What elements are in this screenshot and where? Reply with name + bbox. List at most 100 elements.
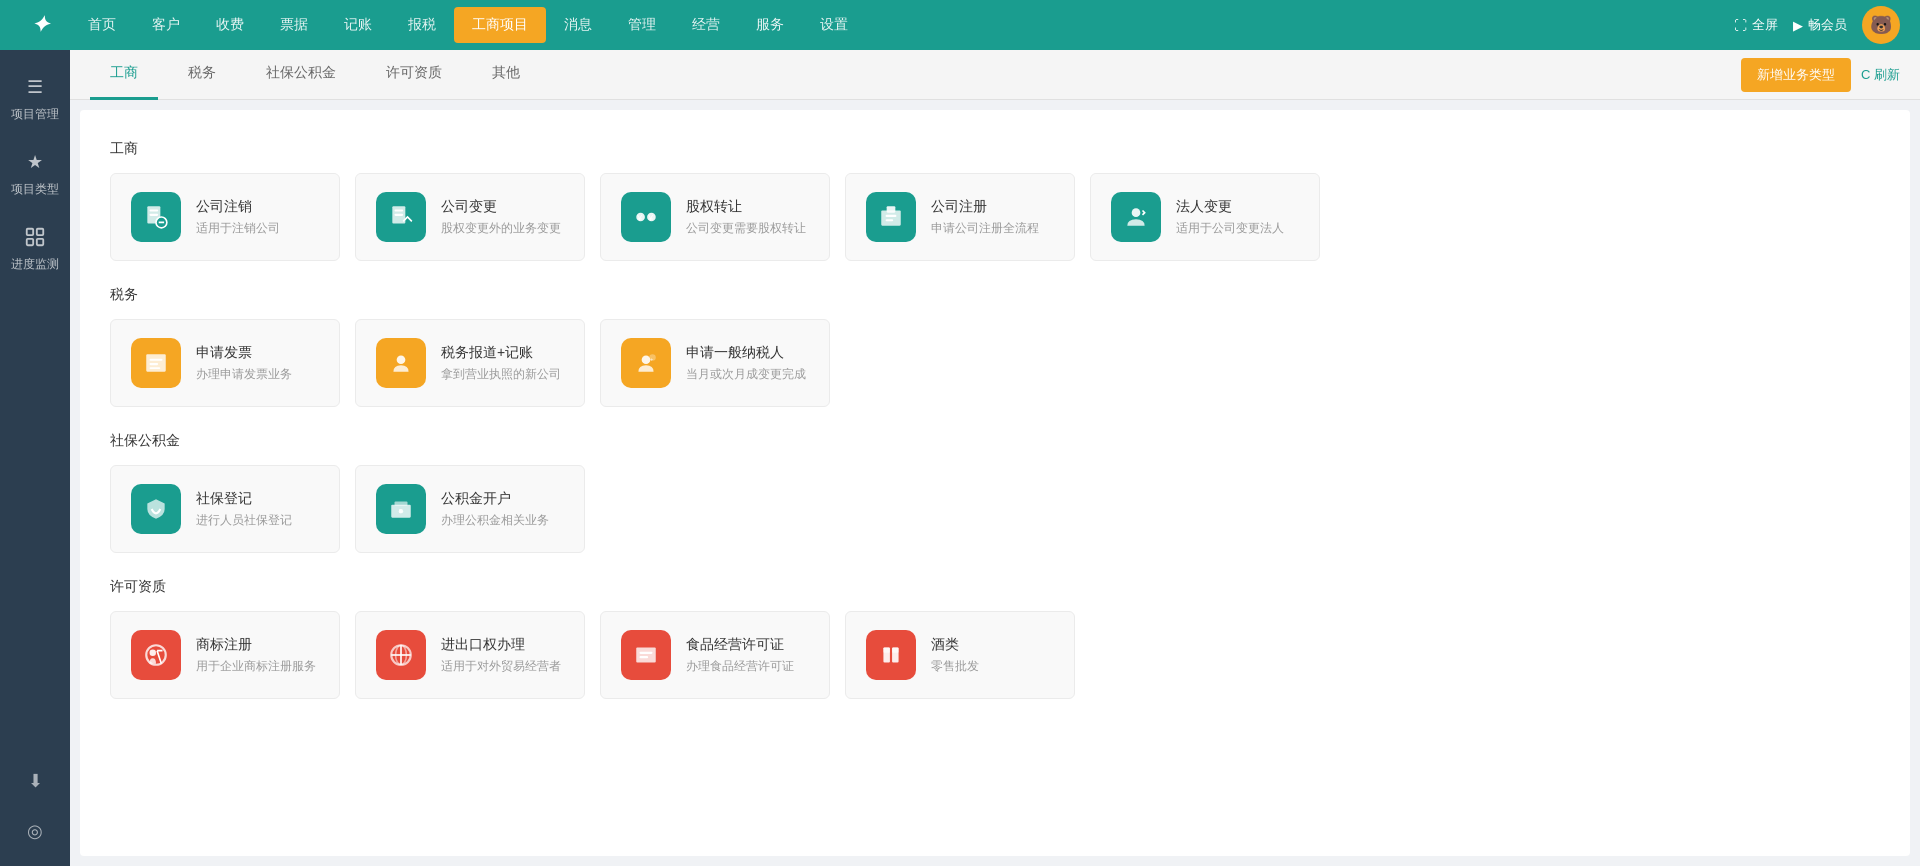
- liquor-text: 酒类 零售批发: [931, 636, 979, 675]
- svg-rect-0: [27, 229, 33, 235]
- nav-customer[interactable]: 客户: [134, 0, 198, 50]
- svg-rect-17: [887, 206, 896, 213]
- svg-rect-10: [395, 209, 404, 211]
- sidebar-label-progress: 进度监测: [11, 256, 59, 273]
- card-provident-fund[interactable]: $ 公积金开户 办理公积金相关业务: [355, 465, 585, 553]
- list-icon: ☰: [20, 72, 50, 102]
- nav-charge[interactable]: 收费: [198, 0, 262, 50]
- card-import-export[interactable]: 进出口权办理 适用于对外贸易经营者: [355, 611, 585, 699]
- social-insurance-icon: [131, 484, 181, 534]
- card-food-license[interactable]: 食品经营许可证 办理食品经营许可证: [600, 611, 830, 699]
- tab-license[interactable]: 许可资质: [366, 50, 462, 100]
- new-type-button[interactable]: 新增业务类型: [1741, 58, 1851, 92]
- food-license-text: 食品经营许可证 办理食品经营许可证: [686, 636, 794, 675]
- card-company-change[interactable]: 公司变更 股权变更外的业务变更: [355, 173, 585, 261]
- card-company-cancel[interactable]: 公司注销 适用于注销公司: [110, 173, 340, 261]
- card-company-register[interactable]: 公司注册 申请公司注册全流程: [845, 173, 1075, 261]
- refresh-button[interactable]: C 刷新: [1861, 66, 1900, 84]
- svg-rect-1: [37, 229, 43, 235]
- tax-report-title: 税务报道+记账: [441, 344, 561, 362]
- apply-invoice-desc: 办理申请发票业务: [196, 366, 292, 383]
- svg-rect-6: [150, 214, 159, 216]
- tab-business[interactable]: 工商: [90, 50, 158, 100]
- section-title-social: 社保公积金: [110, 432, 1880, 450]
- svg-point-20: [1132, 208, 1141, 217]
- liquor-desc: 零售批发: [931, 658, 979, 675]
- apply-invoice-text: 申请发票 办理申请发票业务: [196, 344, 292, 383]
- company-register-text: 公司注册 申请公司注册全流程: [931, 198, 1039, 237]
- apply-invoice-icon: [131, 338, 181, 388]
- provident-fund-icon: $: [376, 484, 426, 534]
- fullscreen-button[interactable]: ⛶ 全屏: [1734, 16, 1778, 34]
- app-logo: ✦: [10, 12, 70, 38]
- content-scroll[interactable]: 工商 公司注销 适用于注销公司: [80, 110, 1910, 856]
- svg-point-26: [642, 355, 651, 364]
- card-tax-report-accounting[interactable]: 税务报道+记账 拿到营业执照的新公司: [355, 319, 585, 407]
- sidebar-item-project-type[interactable]: ★ 项目类型: [0, 135, 70, 210]
- nav-business-project[interactable]: 工商项目: [454, 7, 546, 43]
- liquor-title: 酒类: [931, 636, 979, 654]
- svg-rect-19: [886, 219, 894, 221]
- provident-fund-text: 公积金开户 办理公积金相关业务: [441, 490, 549, 529]
- liquor-icon: [866, 630, 916, 680]
- license-cards-grid: 商标注册 用于企业商标注册服务 进出口权办理: [110, 611, 1880, 699]
- food-license-icon: [621, 630, 671, 680]
- card-liquor[interactable]: 酒类 零售批发: [845, 611, 1075, 699]
- equity-transfer-desc: 公司变更需要股权转让: [686, 220, 806, 237]
- nav-accounting[interactable]: 记账: [326, 0, 390, 50]
- sidebar-item-progress[interactable]: 进度监测: [0, 210, 70, 285]
- company-change-title: 公司变更: [441, 198, 561, 216]
- nav-manage[interactable]: 管理: [610, 0, 674, 50]
- equity-transfer-icon: ¥ ¥: [621, 192, 671, 242]
- svg-rect-45: [892, 647, 899, 652]
- tab-social-insurance[interactable]: 社保公积金: [246, 50, 356, 100]
- equity-transfer-text: 股权转让 公司变更需要股权转让: [686, 198, 806, 237]
- card-apply-invoice[interactable]: 申请发票 办理申请发票业务: [110, 319, 340, 407]
- tax-cards-grid: 申请发票 办理申请发票业务 税务报道+记账 拿到营业执照的新公司: [110, 319, 1880, 407]
- user-avatar[interactable]: 🐻: [1862, 6, 1900, 44]
- legal-person-change-desc: 适用于公司变更法人: [1176, 220, 1284, 237]
- tax-report-text: 税务报道+记账 拿到营业执照的新公司: [441, 344, 561, 383]
- svg-text:+: +: [650, 356, 653, 362]
- svg-rect-23: [150, 363, 159, 365]
- circle-icon[interactable]: ◎: [15, 811, 55, 851]
- nav-operation[interactable]: 经营: [674, 0, 738, 50]
- download-icon[interactable]: ⬇: [15, 761, 55, 801]
- svg-rect-2: [27, 239, 33, 245]
- card-trademark[interactable]: 商标注册 用于企业商标注册服务: [110, 611, 340, 699]
- tab-other[interactable]: 其他: [472, 50, 540, 100]
- card-equity-transfer[interactable]: ¥ ¥ 股权转让 公司变更需要股权转让: [600, 173, 830, 261]
- tab-tax[interactable]: 税务: [168, 50, 236, 100]
- social-cards-grid: 社保登记 进行人员社保登记 $ 公积金开户: [110, 465, 1880, 553]
- vip-button[interactable]: ▶ 畅会员: [1793, 16, 1847, 34]
- trademark-desc: 用于企业商标注册服务: [196, 658, 316, 675]
- vip-label: 畅会员: [1808, 16, 1847, 34]
- tax-report-desc: 拿到营业执照的新公司: [441, 366, 561, 383]
- svg-rect-40: [640, 652, 653, 654]
- nav-settings[interactable]: 设置: [802, 0, 866, 50]
- food-license-desc: 办理食品经营许可证: [686, 658, 794, 675]
- nav-menu: 首页 客户 收费 票据 记账 报税 工商项目 消息 管理 经营 服务 设置: [70, 0, 1734, 50]
- trademark-icon: [131, 630, 181, 680]
- nav-tax-report[interactable]: 报税: [390, 0, 454, 50]
- card-social-insurance[interactable]: 社保登记 进行人员社保登记: [110, 465, 340, 553]
- nav-home[interactable]: 首页: [70, 0, 134, 50]
- nav-service[interactable]: 服务: [738, 0, 802, 50]
- general-taxpayer-desc: 当月或次月成变更完成: [686, 366, 806, 383]
- sidebar-label-project-manage: 项目管理: [11, 106, 59, 123]
- fullscreen-label: 全屏: [1752, 16, 1778, 34]
- company-change-desc: 股权变更外的业务变更: [441, 220, 561, 237]
- company-register-title: 公司注册: [931, 198, 1039, 216]
- svg-point-34: [150, 650, 157, 657]
- top-right-area: ⛶ 全屏 ▶ 畅会员 🐻: [1734, 6, 1900, 44]
- sidebar-item-project-manage[interactable]: ☰ 项目管理: [0, 60, 70, 135]
- nav-message[interactable]: 消息: [546, 0, 610, 50]
- apply-invoice-title: 申请发票: [196, 344, 292, 362]
- nav-ticket[interactable]: 票据: [262, 0, 326, 50]
- card-legal-person-change[interactable]: 法人变更 适用于公司变更法人: [1090, 173, 1320, 261]
- play-icon: ▶: [1793, 18, 1803, 33]
- import-export-text: 进出口权办理 适用于对外贸易经营者: [441, 636, 561, 675]
- trademark-text: 商标注册 用于企业商标注册服务: [196, 636, 316, 675]
- svg-rect-30: [395, 501, 408, 505]
- card-general-taxpayer[interactable]: + 申请一般纳税人 当月或次月成变更完成: [600, 319, 830, 407]
